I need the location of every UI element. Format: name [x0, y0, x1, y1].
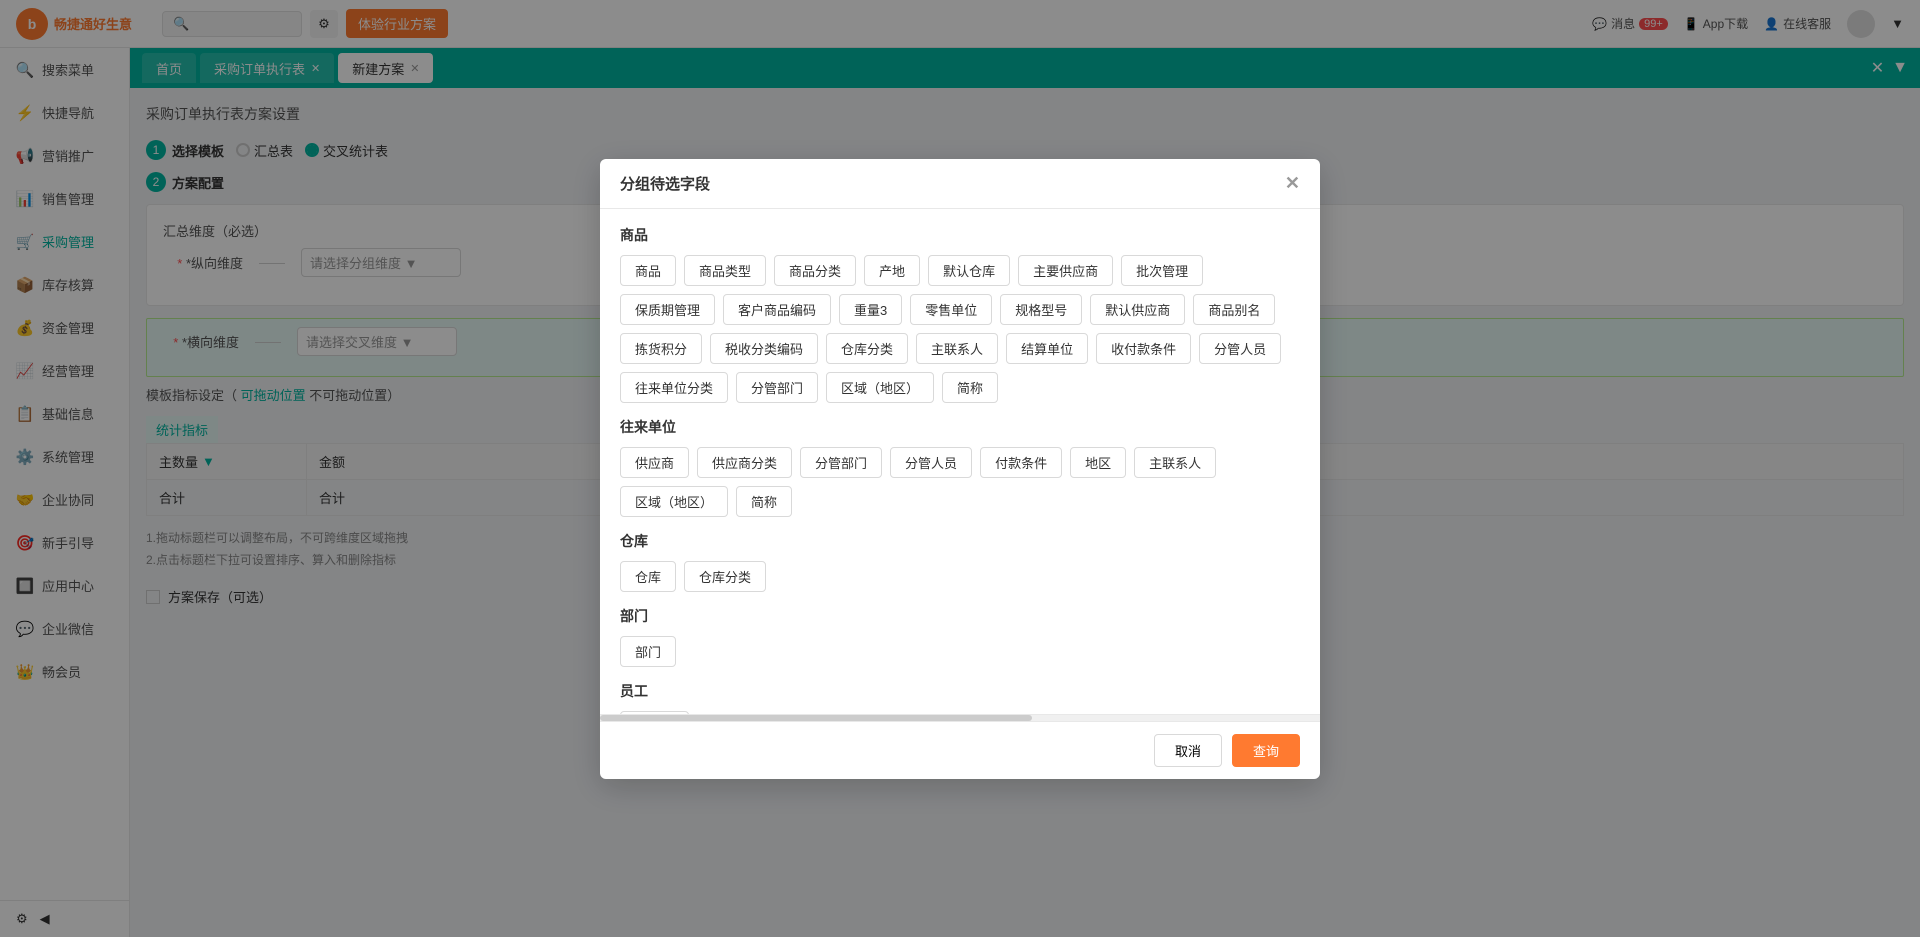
field-main-supplier[interactable]: 主要供应商	[1018, 255, 1113, 286]
field-default-warehouse[interactable]: 默认仓库	[928, 255, 1010, 286]
field-partner-cat[interactable]: 往来单位分类	[620, 372, 728, 403]
field-warehouse-cat[interactable]: 仓库分类	[826, 333, 908, 364]
field-department[interactable]: 部门	[620, 636, 676, 667]
field-spec-model[interactable]: 规格型号	[1000, 294, 1082, 325]
confirm-button[interactable]: 查询	[1232, 734, 1300, 767]
field-settle-unit[interactable]: 结算单位	[1006, 333, 1088, 364]
field-charge-person[interactable]: 分管人员	[1199, 333, 1281, 364]
field-payment-cond[interactable]: 付款条件	[980, 447, 1062, 478]
modal: 分组待选字段 ✕ 商品 商品 商品类型 商品分类 产地 默认仓库 主要供应商 批…	[600, 159, 1320, 779]
field-main-contact-partner[interactable]: 主联系人	[1134, 447, 1216, 478]
field-weight3[interactable]: 重量3	[839, 294, 902, 325]
field-partner-person[interactable]: 分管人员	[890, 447, 972, 478]
section-partner-title: 往来单位	[620, 417, 1300, 437]
field-tax-code[interactable]: 税收分类编码	[710, 333, 818, 364]
section-goods-chips: 商品 商品类型 商品分类 产地 默认仓库 主要供应商 批次管理 保质期管理 客户…	[620, 255, 1300, 403]
field-pick-points[interactable]: 拣货积分	[620, 333, 702, 364]
field-expiry-mgmt[interactable]: 保质期管理	[620, 294, 715, 325]
field-abbr-partner[interactable]: 简称	[736, 486, 792, 517]
section-dept-chips: 部门	[620, 636, 1300, 667]
field-abbr-goods[interactable]: 简称	[942, 372, 998, 403]
field-region-partner2[interactable]: 区域（地区）	[620, 486, 728, 517]
field-origin[interactable]: 产地	[864, 255, 920, 286]
section-goods-title: 商品	[620, 225, 1300, 245]
section-warehouse-chips: 仓库 仓库分类	[620, 561, 1300, 592]
field-goods-alias[interactable]: 商品别名	[1193, 294, 1275, 325]
section-partner-chips: 供应商 供应商分类 分管部门 分管人员 付款条件 地区 主联系人 区域（地区） …	[620, 447, 1300, 517]
field-goods[interactable]: 商品	[620, 255, 676, 286]
section-employee-title: 员工	[620, 681, 1300, 701]
field-main-contact[interactable]: 主联系人	[916, 333, 998, 364]
field-payment-terms[interactable]: 收付款条件	[1096, 333, 1191, 364]
field-wh-cat[interactable]: 仓库分类	[684, 561, 766, 592]
field-partner-dept[interactable]: 分管部门	[800, 447, 882, 478]
modal-body[interactable]: 商品 商品 商品类型 商品分类 产地 默认仓库 主要供应商 批次管理 保质期管理…	[600, 209, 1320, 715]
modal-hscrollbar[interactable]	[600, 714, 1320, 720]
modal-title: 分组待选字段	[620, 173, 710, 194]
field-batch-mgmt[interactable]: 批次管理	[1121, 255, 1203, 286]
field-region-partner[interactable]: 地区	[1070, 447, 1126, 478]
field-supplier-cat[interactable]: 供应商分类	[697, 447, 792, 478]
modal-header: 分组待选字段 ✕	[600, 159, 1320, 209]
field-default-supplier[interactable]: 默认供应商	[1090, 294, 1185, 325]
field-goods-category[interactable]: 商品分类	[774, 255, 856, 286]
modal-overlay[interactable]: 分组待选字段 ✕ 商品 商品 商品类型 商品分类 产地 默认仓库 主要供应商 批…	[0, 0, 1920, 937]
section-dept-title: 部门	[620, 606, 1300, 626]
cancel-button[interactable]: 取消	[1154, 734, 1222, 767]
modal-close-button[interactable]: ✕	[1285, 173, 1300, 194]
field-retail-unit[interactable]: 零售单位	[910, 294, 992, 325]
section-warehouse-title: 仓库	[620, 531, 1300, 551]
field-supplier[interactable]: 供应商	[620, 447, 689, 478]
field-dept[interactable]: 分管部门	[736, 372, 818, 403]
field-region-goods[interactable]: 区域（地区）	[826, 372, 934, 403]
modal-footer: 取消 查询	[600, 721, 1320, 779]
modal-hscrollbar-thumb	[600, 715, 1032, 720]
field-customer-sku[interactable]: 客户商品编码	[723, 294, 831, 325]
field-goods-type[interactable]: 商品类型	[684, 255, 766, 286]
field-wh[interactable]: 仓库	[620, 561, 676, 592]
